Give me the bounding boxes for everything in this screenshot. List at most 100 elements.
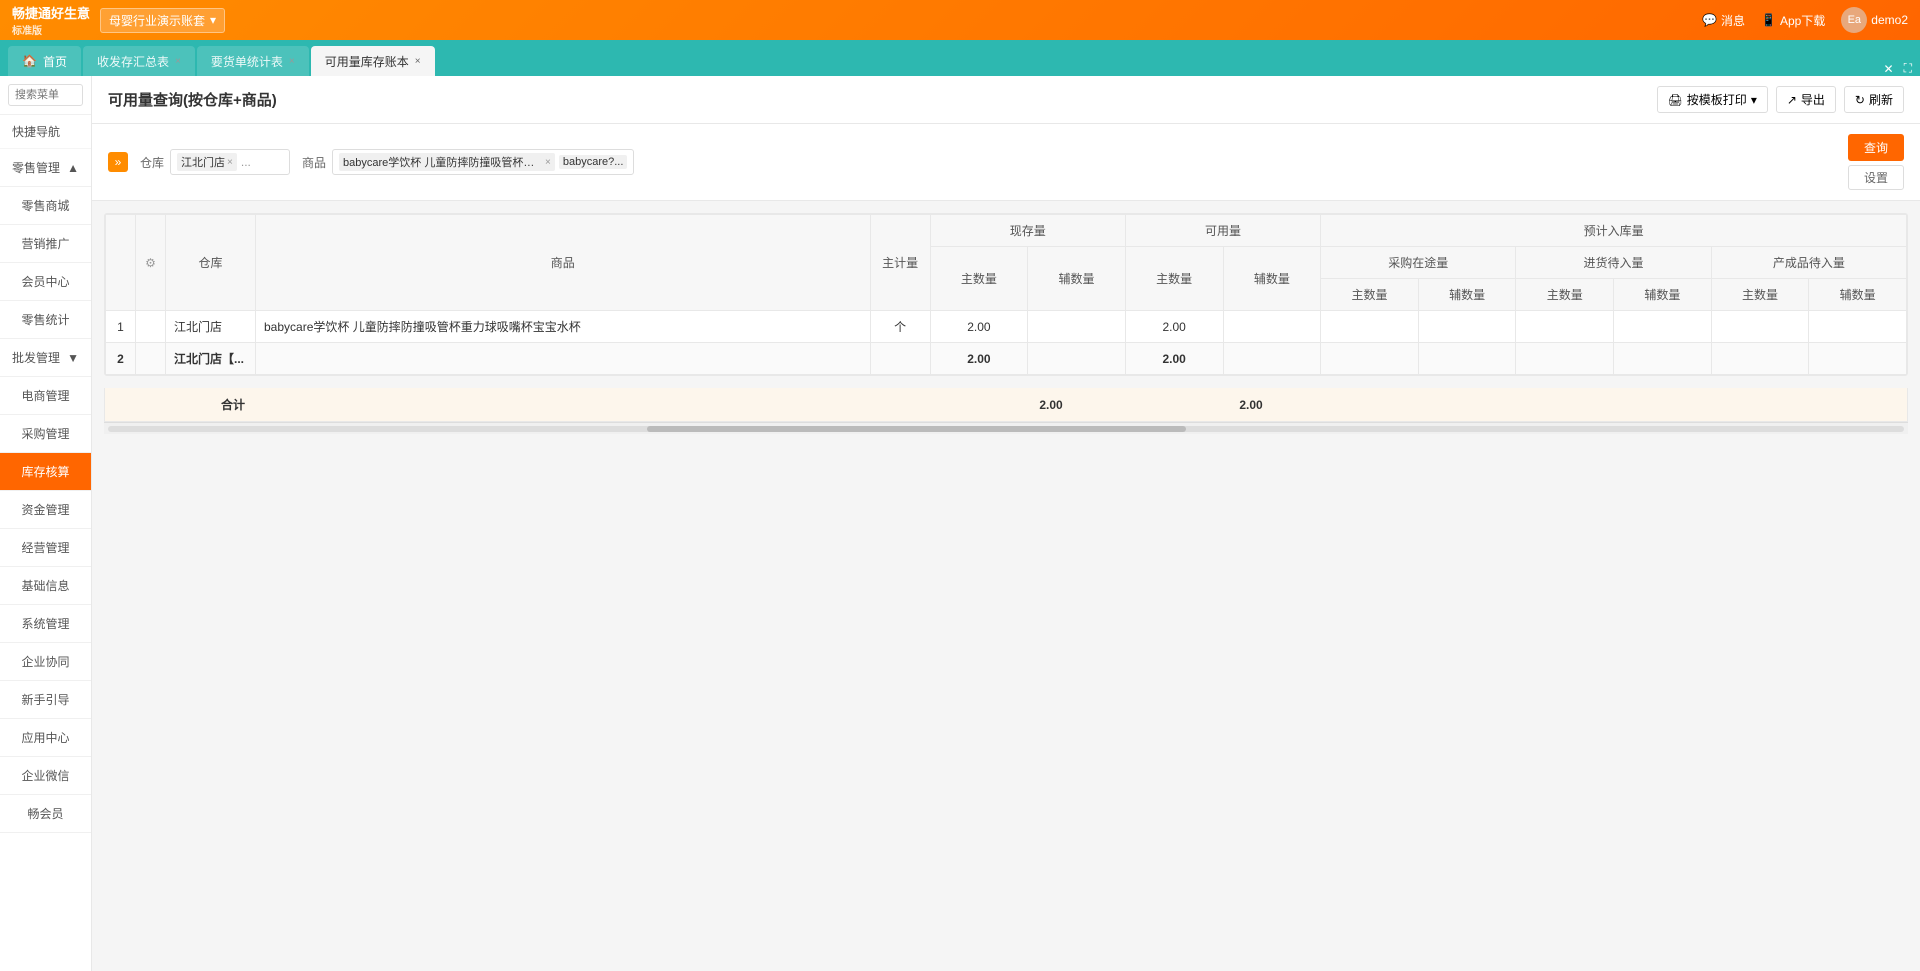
product-filter-group: 商品 babycare学饮杯 儿童防摔防撞吸管杯重力球吸嘴杯宝宝水杯 × bab…	[302, 149, 634, 175]
avatar-text: Ea	[1848, 14, 1861, 26]
sidebar-item-zero-retail[interactable]: 零售管理 ▲	[0, 149, 91, 187]
footer-available-total: 2.00	[1211, 398, 1291, 412]
available-aux-header: 辅数量	[1223, 247, 1321, 311]
row-1-available-aux	[1223, 311, 1321, 343]
col-estimated-header: 预计入库量	[1321, 215, 1907, 247]
quick-nav-label: 快捷导航	[12, 125, 60, 139]
row-2-stock-main: 2.00	[930, 343, 1028, 375]
product-tag-1-remove[interactable]: ×	[545, 157, 551, 168]
refresh-icon: ↻	[1855, 93, 1865, 107]
row-1-production-aux	[1809, 311, 1907, 343]
warehouse-tag-remove[interactable]: ×	[227, 157, 233, 168]
sidebar-item-enterprise-wechat[interactable]: 企业微信	[0, 757, 91, 795]
export-btn[interactable]: ↗ 导出	[1776, 86, 1836, 113]
refresh-btn[interactable]: ↻ 刷新	[1844, 86, 1904, 113]
industry-selector[interactable]: 母婴行业演示账套 ▾	[100, 8, 225, 33]
message-btn[interactable]: 💬 消息	[1702, 12, 1745, 29]
row-1-gear	[136, 311, 166, 343]
sidebar-item-member[interactable]: 畅会员	[0, 795, 91, 833]
settings-btn[interactable]: 设置	[1848, 165, 1904, 190]
app-download-btn[interactable]: 📱 App下载	[1761, 12, 1825, 29]
row-1-inbound-main	[1516, 311, 1614, 343]
template-print-btn[interactable]: 🖨 按模板打印 ▾	[1657, 86, 1768, 113]
warehouse-filter-tags[interactable]: 江北门店 × ...	[170, 149, 290, 175]
message-icon: 💬	[1702, 13, 1717, 27]
tab-home-label: 首页	[43, 53, 67, 70]
sidebar-item-marketing[interactable]: 营销推广	[0, 225, 91, 263]
sidebar-item-basic-info[interactable]: 基础信息	[0, 567, 91, 605]
sidebar-item-app-center[interactable]: 应用中心	[0, 719, 91, 757]
row-1-production-main	[1711, 311, 1809, 343]
warehouse-tag-1: 江北门店 ×	[177, 153, 237, 171]
available-main-header: 主数量	[1125, 247, 1223, 311]
table-row: 1 江北门店 babycare学饮杯 儿童防摔防撞吸管杯重力球吸嘴杯宝宝水杯 个…	[106, 311, 1907, 343]
sidebar-item-quick-nav[interactable]: 快捷导航	[0, 115, 91, 149]
row-2-purchase-main	[1321, 343, 1419, 375]
tab-home[interactable]: 🏠 首页	[8, 46, 81, 76]
product-filter-label: 商品	[302, 154, 326, 171]
inbound-aux-header: 辅数量	[1614, 279, 1712, 311]
logo-sub: 标准版	[12, 22, 90, 37]
filter-right-btns: 查询 设置	[1848, 134, 1904, 190]
row-2-inbound-main	[1516, 343, 1614, 375]
main-layout: 快捷导航 零售管理 ▲ 零售商城 营销推广 会员中心 零售统计 批发管理 ▼ 电…	[0, 76, 1920, 971]
industry-selector-label: 母婴行业演示账套	[109, 12, 205, 29]
sidebar-item-system[interactable]: 系统管理	[0, 605, 91, 643]
sidebar-item-member-center[interactable]: 会员中心	[0, 263, 91, 301]
row-1-unit: 个	[870, 311, 930, 343]
purchase-transit-header: 采购在途量	[1321, 247, 1516, 279]
filter-expand-btn[interactable]: »	[108, 152, 128, 172]
close-window-icon[interactable]: ✕	[1884, 62, 1894, 76]
horizontal-scrollbar[interactable]	[104, 422, 1908, 434]
sidebar-item-ecommerce[interactable]: 电商管理	[0, 377, 91, 415]
sidebar-item-purchase[interactable]: 采购管理	[0, 415, 91, 453]
production-pending-header: 产成品待入量	[1711, 247, 1906, 279]
tab-order-stats-close[interactable]: ×	[289, 56, 295, 67]
row-2-inbound-aux	[1614, 343, 1712, 375]
scrollbar-track	[108, 426, 1904, 432]
app-icon: 📱	[1761, 13, 1776, 27]
query-btn[interactable]: 查询	[1848, 134, 1904, 161]
export-icon: ↗	[1787, 93, 1797, 107]
inbound-main-header: 主数量	[1516, 279, 1614, 311]
row-1-purchase-main	[1321, 311, 1419, 343]
tab-order-stats-label: 要货单统计表	[211, 53, 283, 70]
sidebar-item-wholesale[interactable]: 批发管理 ▼	[0, 339, 91, 377]
gear-icon[interactable]: ⚙	[145, 256, 156, 270]
row-2-production-main	[1711, 343, 1809, 375]
row-1-stock-aux	[1028, 311, 1126, 343]
product-filter-area[interactable]: babycare学饮杯 儿童防摔防撞吸管杯重力球吸嘴杯宝宝水杯 × babyca…	[332, 149, 634, 175]
top-bar-left: 畅捷通好生意 标准版 母婴行业演示账套 ▾	[12, 3, 225, 37]
nav-tabs: 🏠 首页 收发存汇总表 × 要货单统计表 × 可用量库存账本 × ✕ ⛶	[0, 40, 1920, 76]
avatar: Ea	[1841, 7, 1867, 33]
table-footer: 合计 2.00 2.00	[104, 388, 1908, 422]
tab-available-stock[interactable]: 可用量库存账本 ×	[311, 46, 435, 76]
maximize-icon[interactable]: ⛶	[1904, 61, 1912, 76]
warehouse-filter-group: 仓库 江北门店 × ...	[140, 149, 290, 175]
sidebar-item-retail-mall[interactable]: 零售商城	[0, 187, 91, 225]
user-profile-btn[interactable]: Ea demo2	[1841, 7, 1908, 33]
tab-receive-send[interactable]: 收发存汇总表 ×	[83, 46, 195, 76]
production-main-header: 主数量	[1711, 279, 1809, 311]
top-bar-right: 💬 消息 📱 App下载 Ea demo2	[1702, 7, 1908, 33]
tab-order-stats[interactable]: 要货单统计表 ×	[197, 46, 309, 76]
production-aux-header: 辅数量	[1809, 279, 1907, 311]
filter-dots[interactable]: ...	[241, 155, 251, 169]
sidebar-item-new-guide[interactable]: 新手引导	[0, 681, 91, 719]
sidebar-item-operations[interactable]: 经营管理	[0, 529, 91, 567]
stock-aux-header: 辅数量	[1028, 247, 1126, 311]
sidebar-item-enterprise[interactable]: 企业协同	[0, 643, 91, 681]
row-2-num: 2	[106, 343, 136, 375]
sidebar-item-finance[interactable]: 资金管理	[0, 491, 91, 529]
search-input[interactable]	[8, 84, 83, 106]
tab-receive-send-close[interactable]: ×	[175, 56, 181, 67]
tab-available-stock-close[interactable]: ×	[415, 56, 421, 67]
inbound-pending-header: 进货待入量	[1516, 247, 1711, 279]
arrow-icon: ▲	[67, 161, 79, 175]
sidebar-item-inventory[interactable]: 库存核算	[0, 453, 91, 491]
col-current-stock-header: 现存量	[930, 215, 1125, 247]
header-actions: 🖨 按模板打印 ▾ ↗ 导出 ↻ 刷新	[1657, 86, 1904, 113]
footer-label: 合计	[221, 396, 311, 413]
sidebar-item-retail-stats[interactable]: 零售统计	[0, 301, 91, 339]
col-row-num	[106, 215, 136, 311]
